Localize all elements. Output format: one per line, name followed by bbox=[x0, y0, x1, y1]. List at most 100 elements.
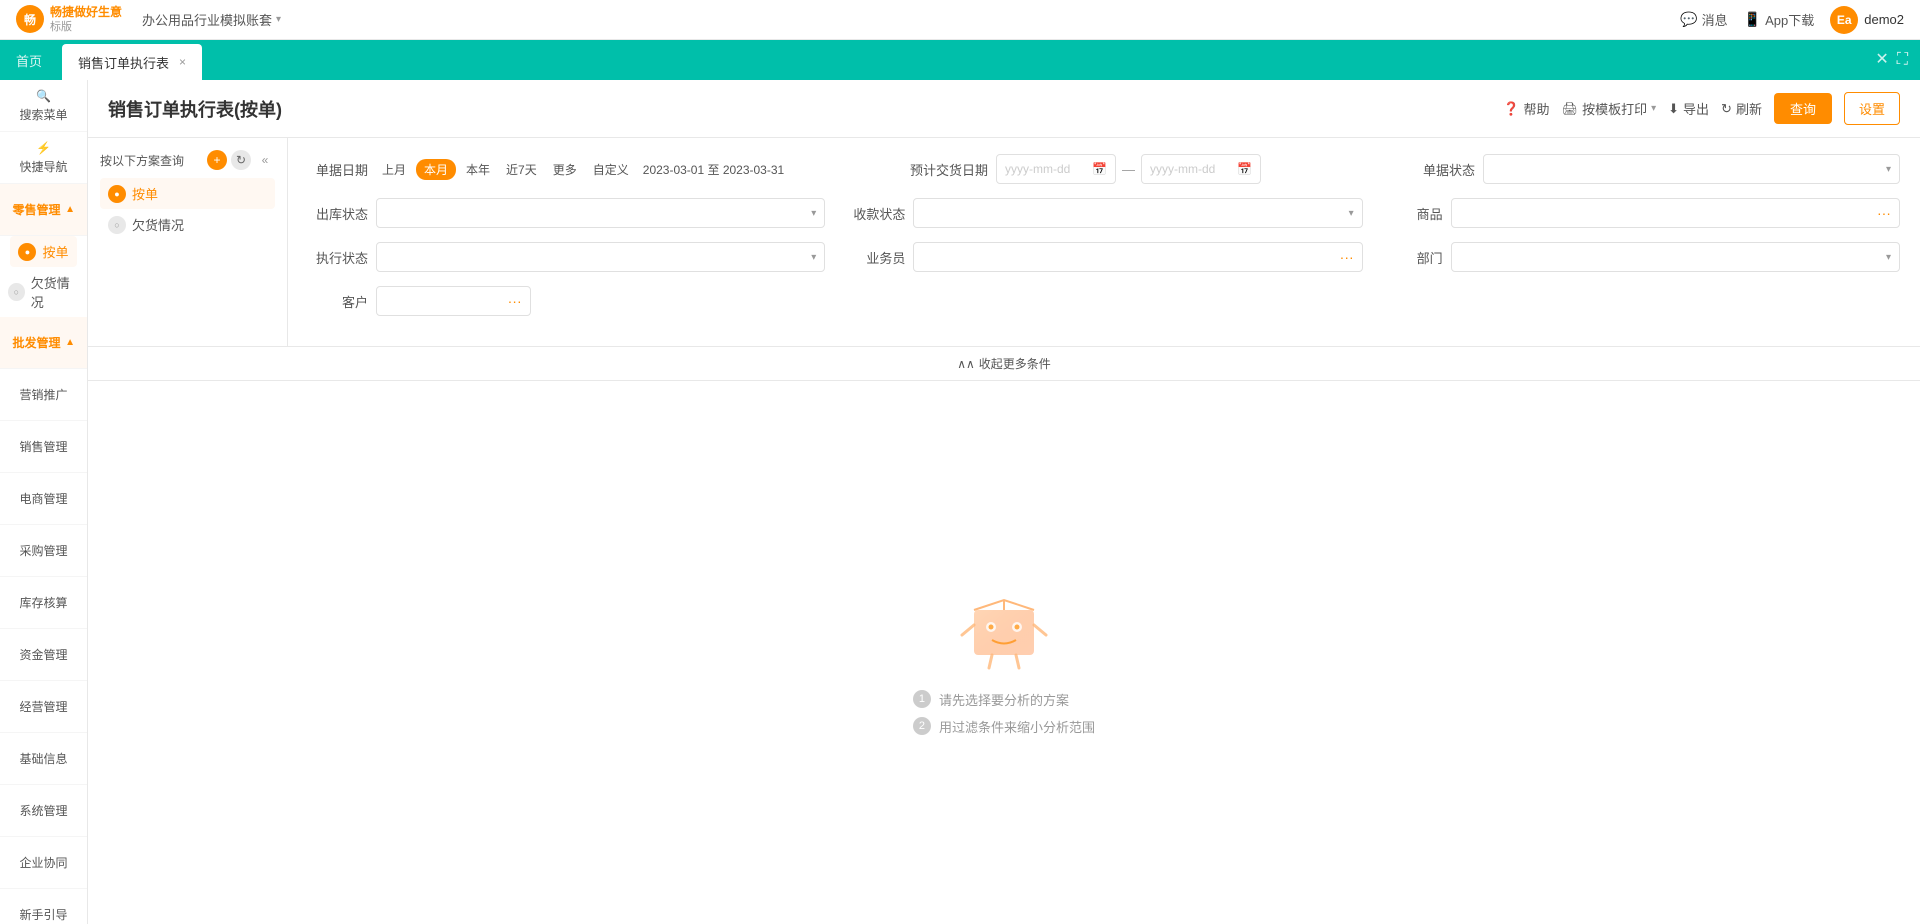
sidebar-sub-debt[interactable]: ○ 欠货情况 bbox=[0, 267, 87, 317]
print-label: 按模板打印 bbox=[1582, 99, 1647, 118]
sidebar-item-purchase[interactable]: 采购管理 bbox=[0, 525, 87, 577]
sidebar-item-ecommerce[interactable]: 电商管理 bbox=[0, 473, 87, 525]
app-download-button[interactable]: 📱 App下载 bbox=[1744, 10, 1815, 29]
page-header: 销售订单执行表(按单) ❓ 帮助 🖨 按模板打印 ▾ ⬇ 导出 ↻ 刷新 bbox=[88, 80, 1920, 138]
tab-bar: 首页 销售订单执行表 × ✕ ⛶ bbox=[0, 40, 1920, 80]
date-tab-last-month[interactable]: 上月 bbox=[376, 159, 412, 180]
search-icon: 🔍 bbox=[36, 89, 51, 103]
customer-input[interactable]: ··· bbox=[376, 286, 531, 316]
ecommerce-label: 电商管理 bbox=[19, 490, 67, 507]
sidebar-item-guide[interactable]: 新手引导 bbox=[0, 889, 87, 924]
module-chevron-icon: ▾ bbox=[276, 14, 281, 25]
sidebar-item-basic[interactable]: 基础信息 bbox=[0, 733, 87, 785]
out-status-chevron-icon: ▾ bbox=[811, 208, 816, 219]
tab-close-icon[interactable]: × bbox=[179, 55, 186, 69]
sidebar-item-sales[interactable]: 销售管理 bbox=[0, 421, 87, 473]
marketing-label: 营销推广 bbox=[19, 386, 67, 403]
sidebar-item-wholesale[interactable]: 批发管理 ▲ bbox=[0, 317, 87, 369]
sidebar-item-search[interactable]: 🔍 搜索菜单 bbox=[0, 80, 87, 132]
salesman-input[interactable]: ··· bbox=[913, 242, 1362, 272]
doc-status-select[interactable]: ▾ bbox=[1483, 154, 1900, 184]
sidebar-item-marketing[interactable]: 营销推广 bbox=[0, 369, 87, 421]
date-tab-custom[interactable]: 自定义 bbox=[587, 159, 635, 180]
date-tab-this-year[interactable]: 本年 bbox=[460, 159, 496, 180]
debt-circle-icon: ○ bbox=[8, 283, 25, 301]
filter-field-date: 单据日期 上月 本月 本年 近7天 更多 自定义 2023-03-01 至 20… bbox=[308, 159, 890, 180]
retail-label: 零售管理 bbox=[12, 201, 61, 218]
hint-text-1: 请先选择要分析的方案 bbox=[939, 690, 1069, 709]
filter-row-2: 出库状态 ▾ 收款状态 ▾ 商品 bbox=[308, 198, 1900, 228]
goods-label: 商品 bbox=[1383, 204, 1443, 223]
filter-field-exec-status: 执行状态 ▾ bbox=[308, 242, 825, 272]
expected-date-label: 预计交货日期 bbox=[910, 160, 988, 179]
refresh-button[interactable]: ↻ 刷新 bbox=[1721, 99, 1762, 118]
tab-close-all-icon[interactable]: ✕ bbox=[1875, 52, 1888, 68]
empty-hint-2: 2 用过滤条件来缩小分析范围 bbox=[913, 717, 1095, 736]
inventory-label: 库存核算 bbox=[19, 594, 67, 611]
payment-status-select[interactable]: ▾ bbox=[913, 198, 1362, 228]
collapse-up-icon: ∧∧ bbox=[957, 357, 975, 371]
page-title: 销售订单执行表(按单) bbox=[108, 96, 282, 122]
sidebar-item-quick-nav[interactable]: ⚡ 快捷导航 bbox=[0, 132, 87, 184]
filter-right: 单据日期 上月 本月 本年 近7天 更多 自定义 2023-03-01 至 20… bbox=[288, 138, 1920, 346]
refresh-scheme-button[interactable]: ↻ bbox=[231, 150, 251, 170]
avatar-text: Ea bbox=[1837, 13, 1852, 27]
goods-dots-icon[interactable]: ··· bbox=[1877, 205, 1891, 221]
department-label: 部门 bbox=[1383, 248, 1443, 267]
exec-status-label: 执行状态 bbox=[308, 248, 368, 267]
add-scheme-button[interactable]: + bbox=[207, 150, 227, 170]
top-bar-left: 畅 畅捷做好生意 标版 bbox=[16, 5, 122, 35]
payment-status-label: 收款状态 bbox=[845, 204, 905, 223]
sidebar-item-retail[interactable]: 零售管理 ▲ bbox=[0, 184, 87, 236]
query-button[interactable]: 查询 bbox=[1774, 93, 1832, 124]
out-status-label: 出库状态 bbox=[308, 204, 368, 223]
retail-arrow-icon: ▲ bbox=[65, 204, 75, 215]
quick-nav-label: 快捷导航 bbox=[19, 158, 67, 175]
sidebar-item-enterprise[interactable]: 企业协同 bbox=[0, 837, 87, 889]
module-select[interactable]: 办公用品行业模拟账套 ▾ bbox=[142, 10, 281, 29]
date-tab-more[interactable]: 更多 bbox=[547, 159, 583, 180]
sidebar-sub-order[interactable]: ● 按单 bbox=[10, 236, 76, 267]
refresh-label: 刷新 bbox=[1736, 99, 1762, 118]
date-end-placeholder: yyyy-mm-dd bbox=[1150, 162, 1215, 176]
sidebar-item-operations[interactable]: 经营管理 bbox=[0, 681, 87, 733]
settings-button[interactable]: 设置 bbox=[1844, 92, 1900, 125]
out-status-select[interactable]: ▾ bbox=[376, 198, 825, 228]
export-button[interactable]: ⬇ 导出 bbox=[1668, 99, 1709, 118]
help-button[interactable]: ❓ 帮助 bbox=[1503, 99, 1549, 118]
sidebar-item-inventory[interactable]: 库存核算 bbox=[0, 577, 87, 629]
expected-date-range: yyyy-mm-dd 📅 — yyyy-mm-dd 📅 bbox=[996, 154, 1261, 184]
sub-order-label: 按单 bbox=[42, 242, 68, 261]
tab-home[interactable]: 首页 bbox=[0, 40, 58, 80]
nav-order-label: 按单 bbox=[132, 184, 158, 203]
salesman-dots-icon[interactable]: ··· bbox=[1340, 249, 1354, 265]
date-tab-this-month[interactable]: 本月 bbox=[416, 159, 456, 180]
department-select[interactable]: ▾ bbox=[1451, 242, 1900, 272]
sidebar-item-system[interactable]: 系统管理 bbox=[0, 785, 87, 837]
sidebar-item-finance[interactable]: 资金管理 bbox=[0, 629, 87, 681]
message-button[interactable]: 💬 消息 bbox=[1680, 10, 1727, 29]
filter-nav-order[interactable]: ● 按单 bbox=[100, 178, 275, 209]
filter-panel: 按以下方案查询 + ↻ « ● 按单 ○ 欠货情况 bbox=[88, 138, 1920, 347]
collapse-bar[interactable]: ∧∧ 收起更多条件 bbox=[88, 347, 1920, 381]
exec-status-select[interactable]: ▾ bbox=[376, 242, 825, 272]
system-label: 系统管理 bbox=[19, 802, 67, 819]
tab-expand-icon[interactable]: ⛶ bbox=[1897, 52, 1908, 68]
sales-label: 销售管理 bbox=[19, 438, 67, 455]
help-label: 帮助 bbox=[1524, 99, 1550, 118]
print-icon: 🖨 bbox=[1562, 101, 1579, 117]
date-tab-7days[interactable]: 近7天 bbox=[500, 159, 543, 180]
main-layout: 🔍 搜索菜单 ⚡ 快捷导航 零售管理 ▲ ● 按单 ○ 欠货情况 bbox=[0, 80, 1920, 924]
expected-date-start[interactable]: yyyy-mm-dd 📅 bbox=[996, 154, 1116, 184]
customer-dots-icon[interactable]: ··· bbox=[508, 293, 522, 309]
collapse-scheme-button[interactable]: « bbox=[255, 150, 275, 170]
sidebar-sub-retail: ● 按单 ○ 欠货情况 bbox=[0, 236, 87, 317]
print-button[interactable]: 🖨 按模板打印 ▾ bbox=[1562, 99, 1657, 118]
tab-sales-order[interactable]: 销售订单执行表 × bbox=[62, 44, 202, 80]
user-menu[interactable]: Ea demo2 bbox=[1830, 6, 1904, 34]
export-icon: ⬇ bbox=[1668, 101, 1679, 117]
filter-nav-debt[interactable]: ○ 欠货情况 bbox=[100, 209, 275, 240]
goods-input[interactable]: ··· bbox=[1451, 198, 1900, 228]
expected-date-end[interactable]: yyyy-mm-dd 📅 bbox=[1141, 154, 1261, 184]
doc-status-label: 单据状态 bbox=[1415, 160, 1475, 179]
